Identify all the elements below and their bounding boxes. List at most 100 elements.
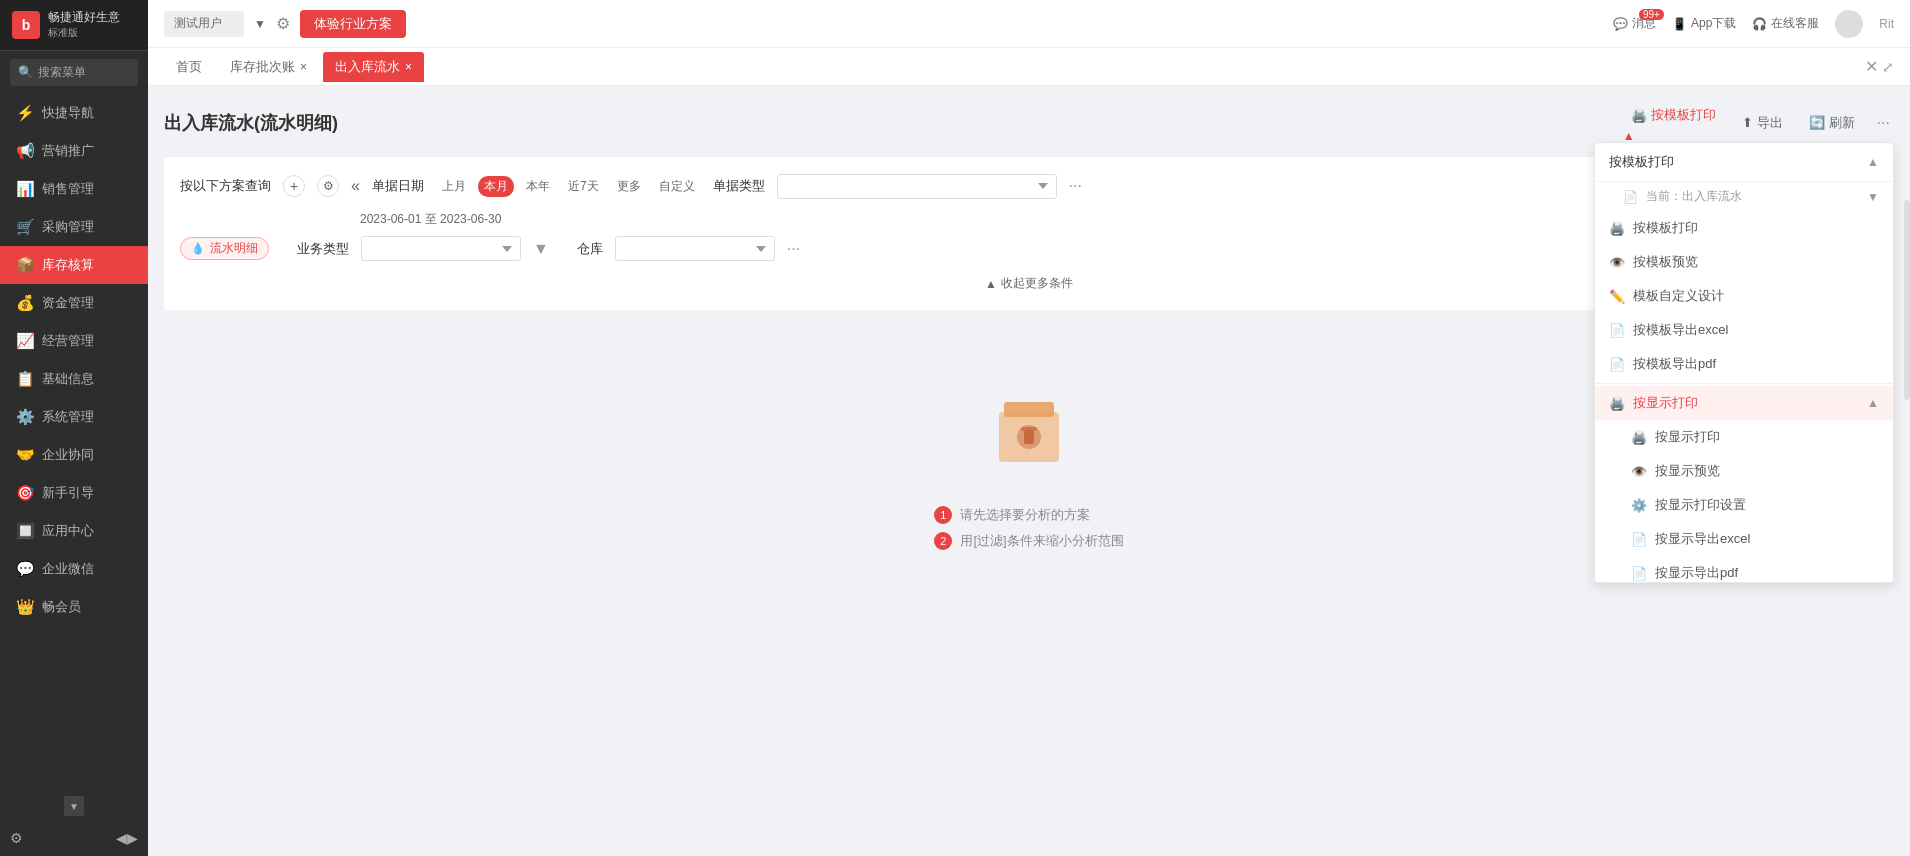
member-icon: 👑 [16, 598, 34, 616]
display-pdf-icon: 📄 [1631, 566, 1647, 581]
business-type-chevron[interactable]: ▼ [533, 240, 549, 258]
sidebar-item-basic[interactable]: 📋 基础信息 [0, 360, 148, 398]
online-service-button[interactable]: 🎧 在线客服 [1752, 15, 1819, 32]
sidebar-item-sales[interactable]: 📊 销售管理 [0, 170, 148, 208]
filter-chip-flow[interactable]: 💧 流水明细 [180, 237, 269, 260]
expand-tab-button[interactable]: ⤢ [1882, 59, 1894, 75]
message-button[interactable]: 💬 消息 99+ [1613, 15, 1656, 32]
svg-rect-3 [1024, 430, 1034, 444]
filter-scheme-label: 按以下方案查询 [180, 177, 271, 195]
filter-settings-button[interactable]: ⚙ [317, 175, 339, 197]
close-inventory-batch-tab[interactable]: × [300, 61, 307, 73]
resize-handle[interactable] [1904, 200, 1910, 400]
warehouse-select[interactable] [615, 236, 775, 261]
sidebar-item-finance[interactable]: 💰 资金管理 [0, 284, 148, 322]
empty-step-2: 2 用[过滤]条件来缩小分析范围 [934, 528, 1123, 554]
display-print-section[interactable]: 🖨️ 按显示打印 ▲ [1595, 386, 1893, 420]
template-print-button[interactable]: 🖨️ 按模板打印 [1595, 211, 1893, 245]
topbar-username[interactable]: Rit [1879, 17, 1894, 31]
print-dropdown-panel: 按模板打印 ▲ 📄 当前：出入库流水 ▼ 🖨️ 按模板打印 👁️ 按模板预览 [1594, 142, 1894, 583]
print-template-dropdown: 🖨️ 按模板打印 ▲ [1623, 102, 1724, 143]
topbar-gear-button[interactable]: ⚙ [276, 14, 290, 33]
template-design-button[interactable]: ✏️ 模板自定义设计 [1595, 279, 1893, 313]
excel-template-icon: 📄 [1609, 323, 1625, 338]
close-all-tabs-button[interactable]: ✕ [1865, 57, 1878, 76]
export-button[interactable]: ⬆ 导出 [1734, 110, 1791, 136]
sidebar-item-marketing[interactable]: 📢 营销推广 [0, 132, 148, 170]
apps-icon: 🔲 [16, 522, 34, 540]
date-tab-last-month[interactable]: 上月 [436, 176, 472, 197]
tab-home[interactable]: 首页 [164, 52, 214, 82]
doc-type-select[interactable] [777, 174, 1057, 199]
sidebar-item-member[interactable]: 👑 畅会员 [0, 588, 148, 626]
user-dropdown-button[interactable]: ▼ [254, 17, 266, 31]
display-export-excel-button[interactable]: 📄 按显示导出excel [1595, 522, 1893, 556]
page-title: 出入库流水(流水明细) [164, 111, 338, 135]
page-title-bar: 出入库流水(流水明细) 🖨️ 按模板打印 ▲ ⬆ 导出 🔄 刷新 [164, 102, 1894, 143]
display-excel-icon: 📄 [1631, 532, 1647, 547]
print-panel-header: 按模板打印 ▲ [1595, 143, 1893, 182]
business-type-select[interactable] [361, 236, 521, 261]
display-print-settings-button[interactable]: ⚙️ 按显示打印设置 [1595, 488, 1893, 522]
search-menu-button[interactable]: 🔍 搜索菜单 [10, 59, 138, 86]
app-download-button[interactable]: 📱 App下载 [1672, 15, 1736, 32]
settings-icon-button[interactable]: ⚙ [10, 830, 23, 846]
display-preview-button[interactable]: 👁️ 按显示预览 [1595, 454, 1893, 488]
template-export-pdf-button[interactable]: 📄 按模板导出pdf [1595, 347, 1893, 381]
sidebar-item-collab[interactable]: 🤝 企业协同 [0, 436, 148, 474]
date-tab-this-month[interactable]: 本月 [478, 176, 514, 197]
date-tab-more[interactable]: 更多 [611, 176, 647, 197]
sidebar-item-apps[interactable]: 🔲 应用中心 [0, 512, 148, 550]
sidebar-scroll-down[interactable]: ▼ [64, 796, 84, 816]
collapse-more-conditions-button[interactable]: ▲ 收起更多条件 [975, 271, 1083, 296]
current-template-chevron: ▼ [1867, 190, 1879, 204]
more-actions-button[interactable]: ··· [1873, 114, 1894, 132]
user-avatar[interactable] [1835, 10, 1863, 38]
tab-inventory-batch[interactable]: 库存批次账 × [218, 52, 319, 82]
sidebar-item-operations[interactable]: 📈 经营管理 [0, 322, 148, 360]
doc-type-more-button[interactable]: ··· [1069, 177, 1082, 195]
message-badge: 99+ [1639, 9, 1664, 20]
collapse-up-icon: ▲ [985, 277, 997, 291]
collab-icon: 🤝 [16, 446, 34, 464]
sidebar-item-wechat[interactable]: 💬 企业微信 [0, 550, 148, 588]
refresh-button[interactable]: 🔄 刷新 [1801, 110, 1863, 136]
trial-button[interactable]: 体验行业方案 [300, 10, 406, 38]
print-template-button[interactable]: 🖨️ 按模板打印 [1623, 102, 1724, 128]
edition-label: 标准版 [48, 26, 120, 40]
sidebar-item-quick-nav[interactable]: ⚡ 快捷导航 [0, 94, 148, 132]
close-inventory-flow-tab[interactable]: × [405, 61, 412, 73]
sidebar-item-purchase[interactable]: 🛒 采购管理 [0, 208, 148, 246]
display-export-pdf-button[interactable]: 📄 按显示导出pdf [1595, 556, 1893, 582]
filter-add-button[interactable]: + [283, 175, 305, 197]
marketing-icon: 📢 [16, 142, 34, 160]
print-dropdown-chevron[interactable]: ▲ [1623, 129, 1635, 143]
current-template-row: 📄 当前：出入库流水 ▼ [1595, 182, 1893, 211]
display-section-chevron: ▲ [1867, 396, 1879, 410]
divider-1 [1595, 383, 1893, 384]
purchase-icon: 🛒 [16, 218, 34, 236]
wechat-icon: 💬 [16, 560, 34, 578]
filter-collapse-left-button[interactable]: « [351, 177, 360, 195]
inventory-icon: 📦 [16, 256, 34, 274]
date-tab-this-year[interactable]: 本年 [520, 176, 556, 197]
date-tab-custom[interactable]: 自定义 [653, 176, 701, 197]
sidebar-item-inventory[interactable]: 📦 库存核算 [0, 246, 148, 284]
display-print-icon: 🖨️ [1631, 430, 1647, 445]
sidebar-item-system[interactable]: ⚙️ 系统管理 [0, 398, 148, 436]
template-preview-button[interactable]: 👁️ 按模板预览 [1595, 245, 1893, 279]
display-print-button[interactable]: 🖨️ 按显示打印 [1595, 420, 1893, 454]
sidebar-item-guide[interactable]: 🎯 新手引导 [0, 474, 148, 512]
warehouse-more-button[interactable]: ··· [787, 240, 800, 258]
topbar: 测试用户 ▼ ⚙ 体验行业方案 💬 消息 99+ 📱 App下载 🎧 在线客服 … [148, 0, 1910, 48]
collapse-sidebar-button[interactable]: ◀▶ [116, 830, 138, 846]
template-export-excel-button[interactable]: 📄 按模板导出excel [1595, 313, 1893, 347]
date-field-label: 单据日期 [372, 177, 424, 195]
tab-inventory-flow[interactable]: 出入库流水 × [323, 52, 424, 82]
finance-icon: 💰 [16, 294, 34, 312]
user-display[interactable]: 测试用户 [164, 11, 244, 37]
display-print-section-icon: 🖨️ [1609, 396, 1625, 411]
sidebar-nav: ⚡ 快捷导航 📢 营销推广 📊 销售管理 🛒 采购管理 📦 库存核算 💰 资金管… [0, 94, 148, 792]
topbar-right: 💬 消息 99+ 📱 App下载 🎧 在线客服 Rit [1613, 10, 1894, 38]
date-tab-7days[interactable]: 近7天 [562, 176, 605, 197]
